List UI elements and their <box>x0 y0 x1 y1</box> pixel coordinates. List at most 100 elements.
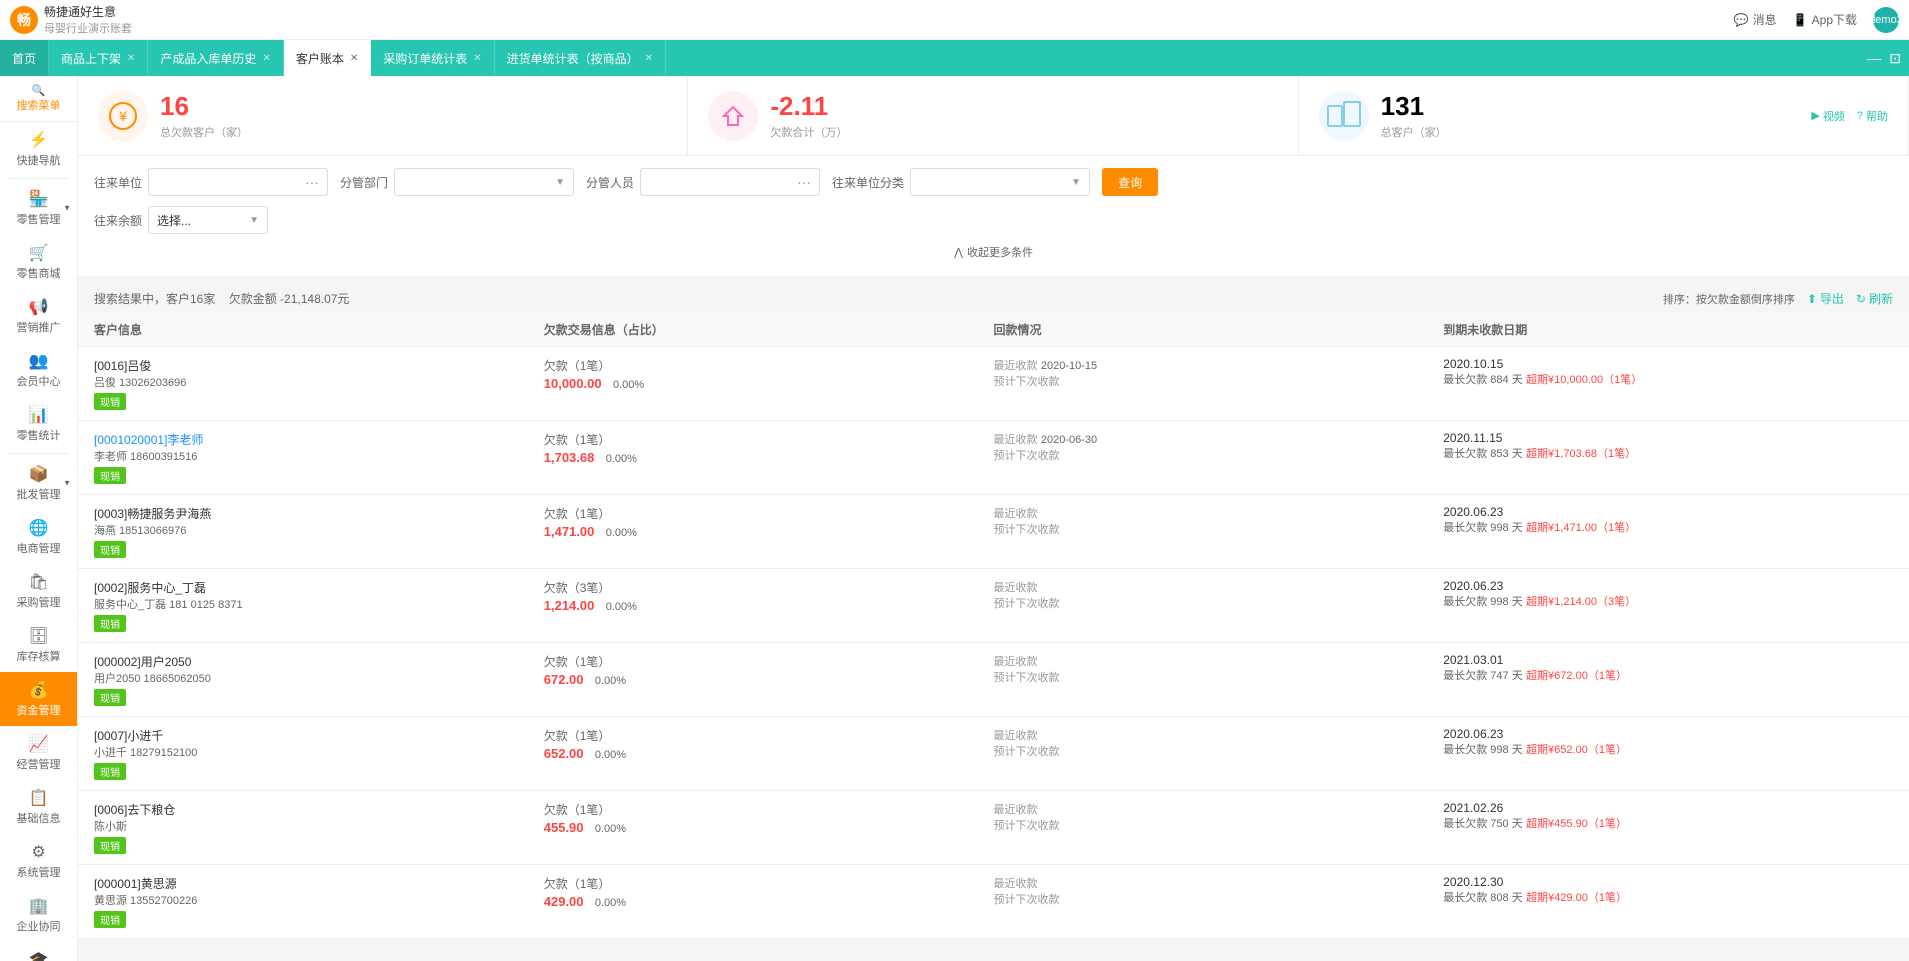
tab-finished-goods[interactable]: 产成品入库单历史 ✕ <box>148 40 283 76</box>
sidebar-item-retail-mall[interactable]: 🛒 零售商城 <box>0 235 77 289</box>
balance-select[interactable]: 选择... ▼ <box>148 206 268 234</box>
close-icon[interactable]: ✕ <box>127 53 135 64</box>
search-icon: 🔍 <box>4 84 73 97</box>
customer-cell: [0007]小进千 小进千 18279152100 现销 <box>94 727 544 780</box>
tab-expand-icon[interactable]: ⊡ <box>1889 50 1901 67</box>
result-bar: 搜索结果中，客户16家 欠款金额 -21,148.07元 排序：按欠款金额倒序排… <box>78 284 1909 313</box>
recovery-cell: 最近收款 预计下次收款 <box>994 579 1444 611</box>
video-button[interactable]: ▶ 视频 <box>1811 108 1844 124</box>
customer-id: [0007]小进千 <box>94 727 544 744</box>
sidebar-item-member[interactable]: 👥 会员中心 <box>0 343 77 397</box>
sidebar-item-business[interactable]: 📈 经营管理 <box>0 726 77 780</box>
user-menu[interactable]: demo2 <box>1873 7 1899 33</box>
tab-bar-end: — ⊡ <box>1867 50 1909 67</box>
sidebar-item-guide[interactable]: 🎓 新手引导 <box>0 942 77 961</box>
debt-percent: 0.00% <box>595 675 626 687</box>
overdue-text[interactable]: 超期¥10,000.00（1笔） <box>1526 374 1642 386</box>
due-cell: 2020.06.23 最长欠款 998 天 超期¥652.00（1笔） <box>1443 727 1893 757</box>
customer-cell: [0016]吕俊 吕俊 13026203696 现销 <box>94 357 544 410</box>
overdue-text[interactable]: 超期¥1,214.00（3笔） <box>1526 596 1636 608</box>
overdue-text[interactable]: 超期¥1,703.68（1笔） <box>1526 448 1636 460</box>
sidebar-item-purchase[interactable]: 🛍 采购管理 <box>0 564 77 618</box>
help-button[interactable]: ? 帮助 <box>1857 108 1888 124</box>
category-select[interactable]: ▼ <box>910 168 1090 196</box>
customer-phone: 陈小斯 <box>94 818 544 834</box>
sidebar-item-inventory[interactable]: 🗄 库存核算 <box>0 618 77 672</box>
debt-count: 欠款（1笔） <box>544 357 994 374</box>
label-balance: 往来余额 <box>94 212 142 229</box>
tab-purchase-stats[interactable]: 进货单统计表（按商品） ✕ <box>495 40 666 76</box>
table-row: [000001]黄思源 黄思源 13552700226 现销 欠款（1笔） 42… <box>78 865 1909 939</box>
collapse-button[interactable]: ⋀ 收起更多条件 <box>954 244 1033 260</box>
export-button[interactable]: ⬆ 导出 <box>1807 290 1844 307</box>
debt-cell: 欠款（1笔） 652.00 0.00% <box>544 727 994 761</box>
debt-cell: 欠款（1笔） 1,703.68 0.00% <box>544 431 994 465</box>
debt-percent: 0.00% <box>606 601 637 613</box>
customer-cell: [000002]用户2050 用户2050 18665062050 现销 <box>94 653 544 706</box>
tab-minimize-icon[interactable]: — <box>1867 50 1881 66</box>
overdue-text[interactable]: 超期¥455.90（1笔） <box>1526 818 1627 830</box>
next-label: 预计下次收款 <box>994 598 1060 610</box>
help-label: 帮助 <box>1866 108 1888 124</box>
overdue-days: 最长欠款 747 天 <box>1443 670 1522 682</box>
sidebar-item-enterprise[interactable]: 🏢 企业协同 <box>0 888 77 942</box>
due-cell: 2020.06.23 最长欠款 998 天 超期¥1,214.00（3笔） <box>1443 579 1893 609</box>
sidebar-item-system[interactable]: ⚙ 系统管理 <box>0 834 77 888</box>
sidebar-item-quick-nav[interactable]: ⚡ 快捷导航 <box>0 122 77 176</box>
debt-count: 欠款（1笔） <box>544 801 994 818</box>
recent-label: 最近收款 <box>994 730 1038 742</box>
sort-label: 排序：按欠款金额倒序排序 <box>1663 291 1795 307</box>
sidebar-item-marketing[interactable]: 📢 营销推广 <box>0 289 77 343</box>
dept-select[interactable]: ▼ <box>394 168 574 196</box>
customer-tag: 现销 <box>94 393 126 410</box>
overdue-text[interactable]: 超期¥652.00（1笔） <box>1526 744 1627 756</box>
filter-area: 往来单位 ··· 分管部门 ▼ 分管人员 <box>78 156 1909 276</box>
customer-id[interactable]: [0001020001]李老师 <box>94 431 544 448</box>
sidebar-search[interactable]: 🔍 搜索菜单 <box>0 76 77 122</box>
debt-cell: 欠款（1笔） 1,471.00 0.00% <box>544 505 994 539</box>
recovery-cell: 最近收款 预计下次收款 <box>994 653 1444 685</box>
content-area: ¥ 16 总欠款客户（家） -2.11 欠款合计（万） <box>78 76 1909 961</box>
sidebar-item-retail-stats[interactable]: 📊 零售统计 <box>0 397 77 451</box>
customer-phone: 吕俊 13026203696 <box>94 374 544 390</box>
sidebar-item-retail-mgmt[interactable]: 🏪 零售管理 ▼ <box>0 181 77 235</box>
filter-group-balance: 往来余额 选择... ▼ <box>94 206 268 234</box>
close-icon[interactable]: ✕ <box>645 53 653 64</box>
purchase-icon: 🛍 <box>28 572 48 592</box>
refresh-label: 刷新 <box>1869 290 1893 307</box>
due-date: 2020.10.15 <box>1443 357 1893 371</box>
sidebar-item-wholesale[interactable]: 📦 批发管理 ▼ <box>0 456 77 510</box>
sidebar-item-ecommerce[interactable]: 🌐 电商管理 <box>0 510 77 564</box>
tab-customer-account[interactable]: 客户账本 ✕ <box>284 40 371 76</box>
close-icon[interactable]: ✕ <box>350 53 358 64</box>
overdue-text[interactable]: 超期¥429.00（1笔） <box>1526 892 1627 904</box>
dots-icon: ··· <box>305 174 319 190</box>
recovery-cell: 最近收款 预计下次收款 <box>994 875 1444 907</box>
stat-actions: ▶ 视频 ? 帮助 <box>1811 108 1888 124</box>
message-button[interactable]: 💬 消息 <box>1734 11 1777 28</box>
customer-id: [0006]去下粮仓 <box>94 801 544 818</box>
close-icon[interactable]: ✕ <box>473 53 481 64</box>
sidebar-item-finance[interactable]: 💰 资金管理 <box>0 672 77 726</box>
dots-icon: ··· <box>797 174 811 190</box>
close-icon[interactable]: ✕ <box>262 53 270 64</box>
overdue-text[interactable]: 超期¥1,471.00（1笔） <box>1526 522 1636 534</box>
tab-purchase-order[interactable]: 采购订单统计表 ✕ <box>371 40 494 76</box>
overdue-days: 最长欠款 998 天 <box>1443 744 1522 756</box>
person-select[interactable]: ··· <box>640 168 820 196</box>
guide-icon: 🎓 <box>29 950 49 961</box>
app-download-button[interactable]: 📱 App下载 <box>1793 11 1857 28</box>
tab-products-listing[interactable]: 商品上下架 ✕ <box>49 40 148 76</box>
sidebar-item-basic-info[interactable]: 📋 基础信息 <box>0 780 77 834</box>
overdue-text[interactable]: 超期¥672.00（1笔） <box>1526 670 1627 682</box>
collapse-row: ⋀ 收起更多条件 <box>94 244 1893 260</box>
search-button[interactable]: 查询 <box>1102 168 1158 196</box>
unit-select[interactable]: ··· <box>148 168 328 196</box>
message-label: 消息 <box>1753 11 1777 28</box>
search-label: 搜索菜单 <box>4 97 73 113</box>
debt-percent: 0.00% <box>595 823 626 835</box>
tab-home[interactable]: 首页 <box>0 40 49 76</box>
business-icon: 📈 <box>29 734 49 754</box>
refresh-button[interactable]: ↻ 刷新 <box>1856 290 1893 307</box>
next-label: 预计下次收款 <box>994 820 1060 832</box>
